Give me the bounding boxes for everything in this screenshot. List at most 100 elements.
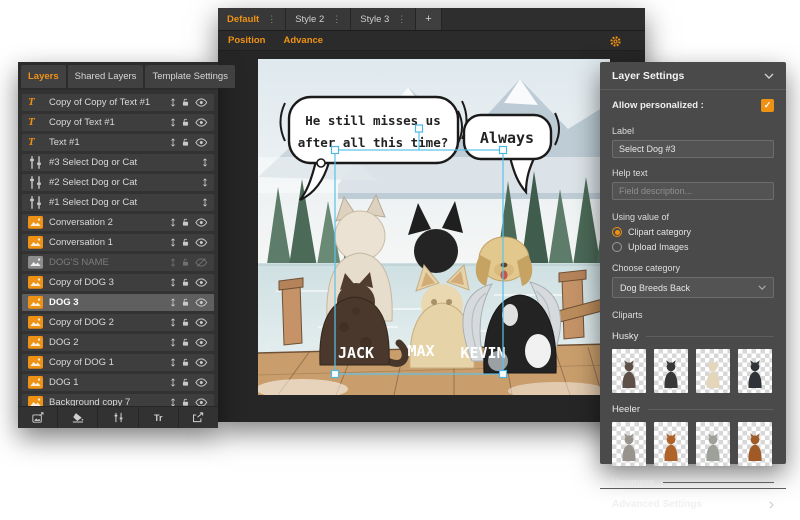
advanced-settings-button[interactable]: Advanced Settings [600, 488, 786, 520]
move-icon[interactable] [170, 378, 176, 387]
move-icon[interactable] [202, 198, 208, 207]
style-tab-style-3[interactable]: Style 3 ⋮ [351, 8, 417, 30]
clipart-thumb[interactable] [696, 349, 730, 393]
rotate-handle[interactable] [414, 124, 424, 133]
clipart-thumb[interactable] [738, 422, 772, 466]
eye-icon[interactable] [195, 118, 208, 127]
eye-icon[interactable] [195, 278, 208, 287]
export-button[interactable] [177, 407, 218, 428]
move-icon[interactable] [170, 398, 176, 406]
lock-icon[interactable] [181, 318, 190, 327]
resize-handle-nw[interactable] [330, 145, 340, 155]
lock-icon[interactable] [181, 238, 190, 247]
adjust-tool-button[interactable] [97, 407, 137, 428]
layer-row-background-copy-7[interactable]: Background copy 7 [22, 394, 214, 406]
radio-option-upload-images[interactable]: Upload Images [612, 242, 774, 252]
eye-icon[interactable] [195, 298, 208, 307]
resize-handle-ne[interactable] [498, 145, 508, 155]
tab-advance[interactable]: Advance [283, 35, 323, 46]
eye-icon[interactable] [195, 378, 208, 387]
move-icon[interactable] [170, 238, 176, 247]
layer-row-copy-of-dog-3[interactable]: Copy of DOG 3 [22, 274, 214, 291]
resize-handle-sw[interactable] [330, 369, 340, 379]
eye-icon[interactable] [195, 358, 208, 367]
tab-menu-icon[interactable]: ⋮ [332, 14, 341, 25]
lock-icon[interactable] [181, 218, 190, 227]
add-style-tab-button[interactable]: + [416, 8, 442, 30]
layer-row-dog-3[interactable]: DOG 3 [22, 294, 214, 311]
layer-row-dog-1[interactable]: DOG 1 [22, 374, 214, 391]
lock-icon[interactable] [181, 358, 190, 367]
layer-row-text-1[interactable]: T Text #1 [22, 134, 214, 151]
text-tool-button[interactable]: Tr [137, 407, 178, 428]
tab-menu-icon[interactable]: ⋮ [267, 14, 276, 25]
allow-personalized-checkbox[interactable]: ✓ [761, 99, 774, 112]
move-icon[interactable] [170, 318, 176, 327]
insert-image-button[interactable] [18, 407, 57, 428]
eye-icon[interactable] [195, 238, 208, 247]
label-input[interactable] [612, 140, 774, 158]
tab-position[interactable]: Position [228, 35, 265, 46]
radio-option-clipart-category[interactable]: Clipart category [612, 227, 774, 237]
move-icon[interactable] [170, 98, 176, 107]
eye-icon[interactable] [195, 138, 208, 147]
move-icon[interactable] [202, 158, 208, 167]
layer-row-dog-2[interactable]: DOG 2 [22, 334, 214, 351]
layer-row-copy-of-dog-2[interactable]: Copy of DOG 2 [22, 314, 214, 331]
layer-row-copy-of-text-1[interactable]: T Copy of Text #1 [22, 114, 214, 131]
clipart-thumb[interactable] [654, 422, 688, 466]
panel-tab-layers[interactable]: Layers [21, 65, 66, 88]
help-text-input[interactable] [612, 182, 774, 200]
panel-tab-template-settings[interactable]: Template Settings [145, 65, 235, 88]
eye-off-icon[interactable] [195, 258, 208, 267]
layer-settings-header[interactable]: Layer Settings [600, 62, 786, 90]
fill-tool-button[interactable] [57, 407, 97, 428]
layer-row-conversation-1[interactable]: Conversation 1 [22, 234, 214, 251]
layer-row-2-select-dog-or-cat[interactable]: #2 Select Dog or Cat [22, 174, 214, 191]
resize-handle-se[interactable] [498, 369, 508, 379]
lock-icon[interactable] [181, 98, 190, 107]
layer-row-1-select-dog-or-cat[interactable]: #1 Select Dog or Cat [22, 194, 214, 211]
settings-gear-button[interactable] [609, 33, 622, 51]
move-icon[interactable] [170, 358, 176, 367]
lock-icon[interactable] [181, 338, 190, 347]
radio-icon[interactable] [612, 242, 622, 252]
design-canvas[interactable]: JACK MAX KEVIN He still misses us after … [256, 59, 611, 400]
clipart-thumb[interactable] [612, 349, 646, 393]
panel-tab-shared-layers[interactable]: Shared Layers [67, 65, 144, 88]
layer-row-3-select-dog-or-cat[interactable]: #3 Select Dog or Cat [22, 154, 214, 171]
move-icon[interactable] [170, 298, 176, 307]
move-icon[interactable] [170, 338, 176, 347]
layer-row-dog-s-name[interactable]: DOG'S NAME [22, 254, 214, 271]
lock-icon[interactable] [181, 398, 190, 406]
eye-icon[interactable] [195, 318, 208, 327]
lock-icon[interactable] [181, 138, 190, 147]
move-icon[interactable] [202, 178, 208, 187]
eye-icon[interactable] [195, 218, 208, 227]
move-icon[interactable] [170, 138, 176, 147]
lock-icon[interactable] [181, 378, 190, 387]
layer-row-copy-of-dog-1[interactable]: Copy of DOG 1 [22, 354, 214, 371]
radio-icon[interactable] [612, 227, 622, 237]
move-icon[interactable] [170, 218, 176, 227]
lock-icon[interactable] [181, 298, 190, 307]
layer-row-conversation-2[interactable]: Conversation 2 [22, 214, 214, 231]
layer-row-copy-of-copy-of-text-1[interactable]: T Copy of Copy of Text #1 [22, 94, 214, 111]
clipart-thumb[interactable] [738, 349, 772, 393]
clipart-thumb[interactable] [696, 422, 730, 466]
style-tab-default[interactable]: Default ⋮ [218, 8, 287, 30]
lock-icon[interactable] [181, 118, 190, 127]
move-icon[interactable] [170, 278, 176, 287]
move-icon[interactable] [170, 118, 176, 127]
clipart-thumb[interactable] [654, 349, 688, 393]
category-select[interactable]: Dog Breeds Back [612, 277, 774, 298]
style-tab-style-2[interactable]: Style 2 ⋮ [286, 8, 352, 30]
lock-icon[interactable] [181, 258, 190, 267]
lock-icon[interactable] [181, 278, 190, 287]
clipart-thumb[interactable] [612, 422, 646, 466]
eye-icon[interactable] [195, 338, 208, 347]
eye-icon[interactable] [195, 398, 208, 406]
tab-menu-icon[interactable]: ⋮ [397, 14, 406, 25]
eye-icon[interactable] [195, 98, 208, 107]
move-icon[interactable] [170, 258, 176, 267]
